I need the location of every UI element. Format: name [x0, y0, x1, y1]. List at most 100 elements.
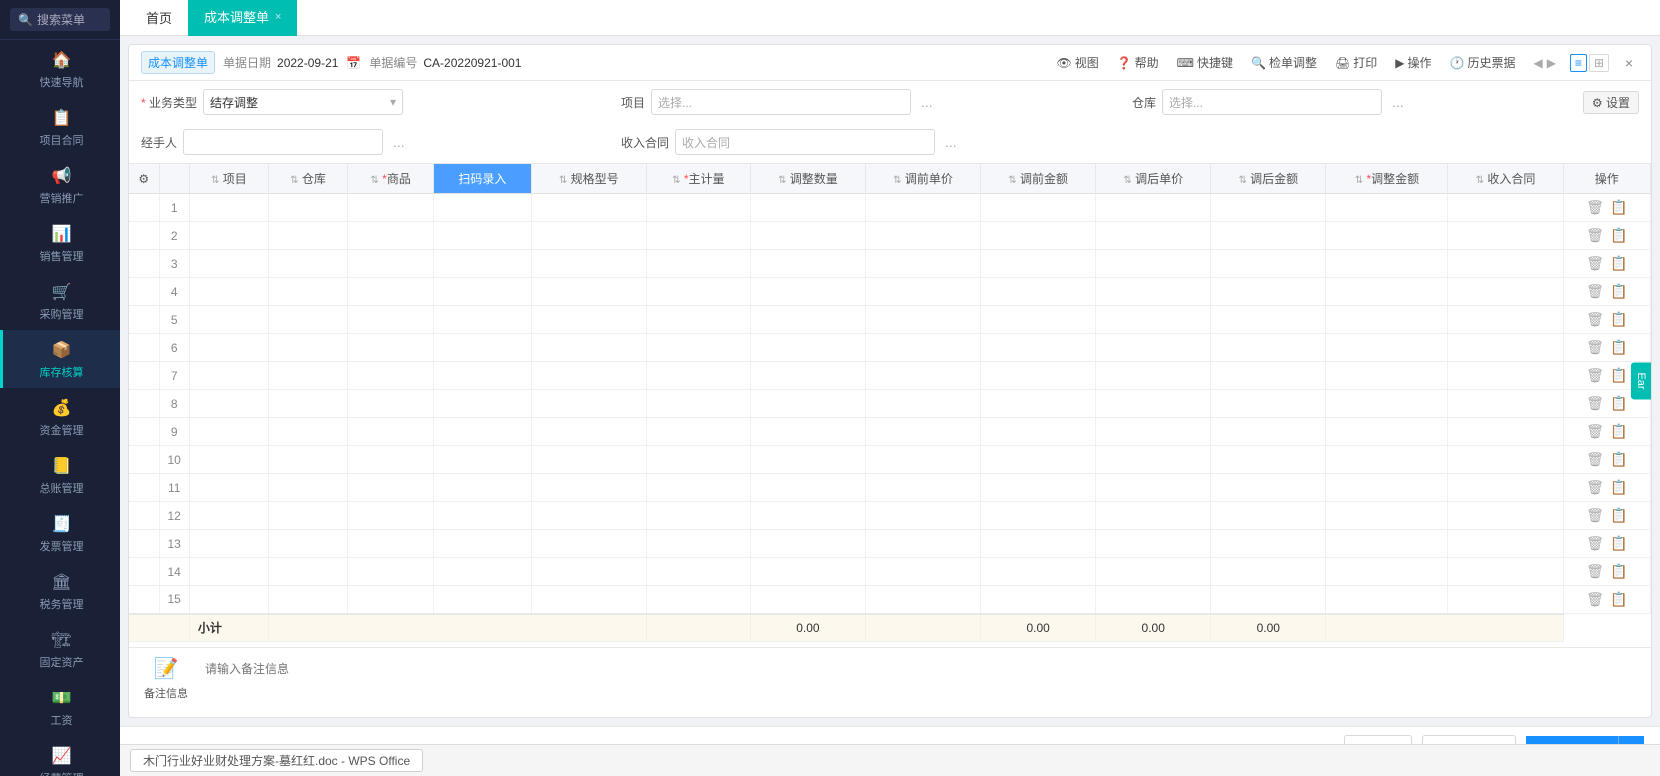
row-adjust-amount[interactable] — [1326, 390, 1448, 418]
row-spec-type[interactable] — [531, 558, 646, 586]
row-project[interactable] — [189, 530, 268, 558]
row-income-contract[interactable] — [1448, 502, 1563, 530]
row-adjust-amount[interactable] — [1326, 502, 1448, 530]
row-warehouse[interactable] — [268, 502, 347, 530]
row-income-contract[interactable] — [1448, 306, 1563, 334]
row-post-unit-price[interactable] — [1096, 418, 1211, 446]
row-income-contract[interactable] — [1448, 418, 1563, 446]
row-income-contract[interactable] — [1448, 586, 1563, 614]
row-copy-icon[interactable]: 📋 — [1610, 535, 1627, 552]
row-income-contract[interactable] — [1448, 474, 1563, 502]
row-delete-icon[interactable]: 🗑 — [1586, 199, 1604, 216]
row-warehouse[interactable] — [268, 306, 347, 334]
row-scan-input[interactable] — [434, 586, 532, 614]
row-unit[interactable] — [646, 306, 750, 334]
row-unit[interactable] — [646, 474, 750, 502]
row-post-amount[interactable] — [1211, 250, 1326, 278]
sidebar-item-fixed-assets[interactable]: 🏗 固定资产 — [0, 620, 120, 678]
row-delete-icon[interactable]: 🗑 — [1586, 479, 1604, 496]
row-adjust-qty[interactable] — [750, 362, 865, 390]
row-unit[interactable] — [646, 586, 750, 614]
row-pre-unit-price[interactable] — [865, 362, 980, 390]
row-pre-unit-price[interactable] — [865, 334, 980, 362]
row-spec-type[interactable] — [531, 362, 646, 390]
business-type-select[interactable]: 结存调整 ▾ — [203, 89, 403, 115]
warehouse-select[interactable]: 选择... — [1162, 89, 1382, 115]
row-delete-icon[interactable]: 🗑 — [1586, 535, 1604, 552]
row-pre-unit-price[interactable] — [865, 194, 980, 222]
row-post-unit-price[interactable] — [1096, 278, 1211, 306]
row-product[interactable] — [348, 278, 434, 306]
row-warehouse[interactable] — [268, 194, 347, 222]
handler-select[interactable] — [183, 129, 383, 155]
row-project[interactable] — [189, 278, 268, 306]
row-copy-icon[interactable]: 📋 — [1610, 339, 1627, 356]
row-product[interactable] — [348, 446, 434, 474]
row-scan-input[interactable] — [434, 558, 532, 586]
row-delete-icon[interactable]: 🗑 — [1586, 339, 1604, 356]
action-shortcut[interactable]: ⌨ 快捷键 — [1173, 52, 1237, 73]
row-copy-icon[interactable]: 📋 — [1610, 451, 1627, 468]
row-project[interactable] — [189, 306, 268, 334]
row-adjust-amount[interactable] — [1326, 530, 1448, 558]
row-pre-unit-price[interactable] — [865, 390, 980, 418]
row-post-unit-price[interactable] — [1096, 446, 1211, 474]
row-warehouse[interactable] — [268, 446, 347, 474]
row-adjust-qty[interactable] — [750, 306, 865, 334]
row-product[interactable] — [348, 586, 434, 614]
row-product[interactable] — [348, 418, 434, 446]
row-post-unit-price[interactable] — [1096, 390, 1211, 418]
row-adjust-qty[interactable] — [750, 502, 865, 530]
row-pre-unit-price[interactable] — [865, 586, 980, 614]
row-income-contract[interactable] — [1448, 362, 1563, 390]
row-scan-input[interactable] — [434, 362, 532, 390]
row-adjust-amount[interactable] — [1326, 586, 1448, 614]
row-project[interactable] — [189, 586, 268, 614]
sidebar-item-tax-mgmt[interactable]: 🏛 税务管理 — [0, 562, 120, 620]
sidebar-item-ledger-mgmt[interactable]: 📒 总账管理 — [0, 446, 120, 504]
col-settings[interactable]: ⚙ — [129, 164, 159, 194]
sidebar-search-bar[interactable]: 🔍 搜索菜单 — [0, 0, 120, 40]
row-scan-input[interactable] — [434, 250, 532, 278]
row-project[interactable] — [189, 474, 268, 502]
row-warehouse[interactable] — [268, 278, 347, 306]
row-copy-icon[interactable]: 📋 — [1610, 367, 1627, 384]
row-post-unit-price[interactable] — [1096, 334, 1211, 362]
row-unit[interactable] — [646, 418, 750, 446]
row-pre-amount[interactable] — [981, 530, 1096, 558]
row-post-amount[interactable] — [1211, 306, 1326, 334]
row-adjust-qty[interactable] — [750, 418, 865, 446]
sidebar-item-ops-mgmt[interactable]: 📈 经营管理 — [0, 736, 120, 776]
row-adjust-qty[interactable] — [750, 586, 865, 614]
row-unit[interactable] — [646, 222, 750, 250]
nav-next-icon[interactable]: ▶ — [1547, 56, 1556, 70]
sidebar-item-quick-nav[interactable]: 🏠 快速导航 — [0, 40, 120, 98]
row-pre-amount[interactable] — [981, 586, 1096, 614]
row-pre-unit-price[interactable] — [865, 502, 980, 530]
row-post-amount[interactable] — [1211, 586, 1326, 614]
row-pre-amount[interactable] — [981, 474, 1096, 502]
sidebar-item-invoice-mgmt[interactable]: 🧾 发票管理 — [0, 504, 120, 562]
row-spec-type[interactable] — [531, 502, 646, 530]
row-spec-type[interactable] — [531, 334, 646, 362]
income-contract-select[interactable]: 收入合同 — [675, 129, 935, 155]
row-adjust-qty[interactable] — [750, 530, 865, 558]
row-scan-input[interactable] — [434, 474, 532, 502]
row-income-contract[interactable] — [1448, 390, 1563, 418]
row-warehouse[interactable] — [268, 222, 347, 250]
row-post-amount[interactable] — [1211, 418, 1326, 446]
sidebar-item-fund-mgmt[interactable]: 💰 资金管理 — [0, 388, 120, 446]
row-pre-unit-price[interactable] — [865, 558, 980, 586]
row-delete-icon[interactable]: 🗑 — [1586, 283, 1604, 300]
row-warehouse[interactable] — [268, 418, 347, 446]
row-post-unit-price[interactable] — [1096, 250, 1211, 278]
row-spec-type[interactable] — [531, 474, 646, 502]
tab-home[interactable]: 首页 — [130, 0, 188, 36]
row-project[interactable] — [189, 250, 268, 278]
row-pre-amount[interactable] — [981, 194, 1096, 222]
row-product[interactable] — [348, 222, 434, 250]
row-warehouse[interactable] — [268, 474, 347, 502]
row-post-amount[interactable] — [1211, 334, 1326, 362]
row-product[interactable] — [348, 334, 434, 362]
row-copy-icon[interactable]: 📋 — [1610, 283, 1627, 300]
